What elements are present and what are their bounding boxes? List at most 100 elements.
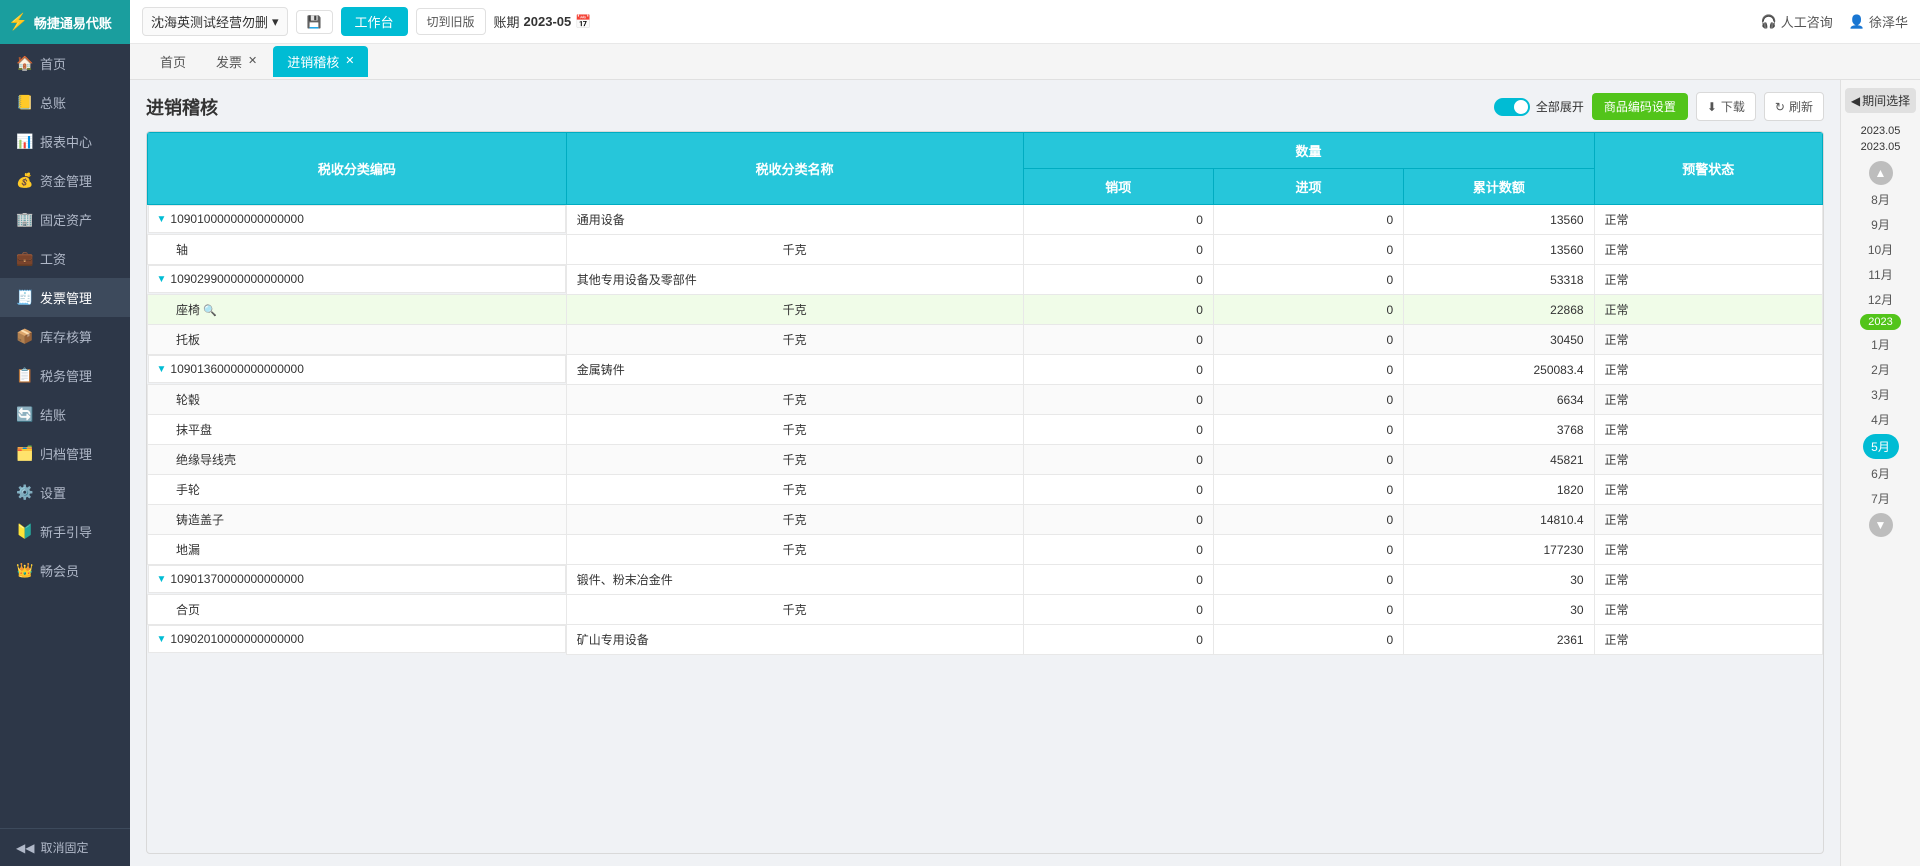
collapse-icon[interactable]: ▼	[157, 574, 167, 585]
company-selector[interactable]: 沈海英测试经营勿删 ▾	[142, 7, 288, 36]
purchase-cell: 0	[1213, 505, 1403, 535]
close-invoice-tab[interactable]: ✕	[248, 56, 257, 67]
collapse-icon[interactable]: ▼	[157, 214, 167, 225]
table-row[interactable]: 绝缘导线壳 千克 0 0 45821 正常	[148, 445, 1823, 475]
unit-cell: 千克	[566, 535, 1023, 565]
refresh-button[interactable]: ↻ 刷新	[1764, 92, 1824, 121]
total-cell: 6634	[1404, 385, 1594, 415]
month-item[interactable]: 5月	[1863, 434, 1899, 459]
collapse-icon[interactable]: ▼	[157, 634, 167, 645]
table-row[interactable]: 抹平盘 千克 0 0 3768 正常	[148, 415, 1823, 445]
period-nav-down[interactable]: ▼	[1869, 513, 1893, 537]
user-label: 徐泽华	[1869, 12, 1908, 31]
total-cell: 53318	[1404, 265, 1594, 295]
code-value: 10901370000000000000	[170, 572, 303, 586]
month-item[interactable]: 6月	[1841, 461, 1920, 486]
table-row[interactable]: ▼ 10901000000000000000 通用设备 0 0 13560 正常	[148, 205, 1823, 235]
sidebar-item-settings[interactable]: ⚙️ 设置	[0, 473, 130, 512]
table-row[interactable]: 合页 千克 0 0 30 正常	[148, 595, 1823, 625]
month-item[interactable]: 1月	[1841, 332, 1920, 357]
sales-cell: 0	[1023, 445, 1213, 475]
sidebar-item-archive[interactable]: 🗂️ 归档管理	[0, 434, 130, 473]
category-name-cell: 金属铸件	[566, 355, 1023, 385]
sidebar-item-funds[interactable]: 💰 资金管理	[0, 161, 130, 200]
table-row[interactable]: 座椅 🔍 千克 0 0 22868 正常	[148, 295, 1823, 325]
table-row[interactable]: 地漏 千克 0 0 177230 正常	[148, 535, 1823, 565]
tab-invoice[interactable]: 发票 ✕	[202, 46, 271, 77]
sidebar-item-tax[interactable]: 📋 税务管理	[0, 356, 130, 395]
unit-cell: 千克	[566, 595, 1023, 625]
switch-version-button[interactable]: 切到旧版	[416, 8, 486, 35]
sidebar-item-fixed-assets[interactable]: 🏢 固定资产	[0, 200, 130, 239]
period-nav-up[interactable]: ▲	[1869, 161, 1893, 185]
sidebar-item-settlement[interactable]: 🔄 结账	[0, 395, 130, 434]
category-name-cell: 其他专用设备及零部件	[566, 265, 1023, 295]
sidebar-unpin[interactable]: ◀◀ 取消固定	[0, 828, 130, 866]
month-item[interactable]: 2月	[1841, 357, 1920, 382]
category-code-cell: ▼ 10902010000000000000	[148, 625, 566, 653]
month-item[interactable]: 4月	[1841, 407, 1920, 432]
period-year-2: 2023.05	[1861, 139, 1901, 155]
status-cell: 正常	[1594, 505, 1822, 535]
guide-icon: 🔰	[16, 523, 32, 540]
product-code-button[interactable]: 商品编码设置	[1592, 93, 1688, 120]
right-panel: ◀ 期间选择 2023.05 2023.05 ▲ 8月9月10月11月12月20…	[1840, 80, 1920, 866]
download-button[interactable]: ⬇ 下载	[1696, 92, 1756, 121]
purchase-cell: 0	[1213, 565, 1403, 595]
sales-cell: 0	[1023, 355, 1213, 385]
sidebar-item-invoice[interactable]: 🧾 发票管理	[0, 278, 130, 317]
tab-reconciliation[interactable]: 进销稽核 ✕	[273, 46, 368, 77]
sidebar-item-guide[interactable]: 🔰 新手引导	[0, 512, 130, 551]
collapse-icon[interactable]: ▼	[157, 274, 167, 285]
month-item[interactable]: 7月	[1841, 486, 1920, 511]
month-item[interactable]: 11月	[1841, 262, 1920, 287]
sidebar-item-label: 固定资产	[40, 210, 92, 229]
collapse-icon[interactable]: ▼	[157, 364, 167, 375]
month-item[interactable]: 3月	[1841, 382, 1920, 407]
chevron-down-icon: ▾	[272, 14, 279, 30]
sidebar-item-home[interactable]: 🏠 首页	[0, 44, 130, 83]
table-row[interactable]: ▼ 10902010000000000000 矿山专用设备 0 0 2361 正…	[148, 625, 1823, 655]
purchase-cell: 0	[1213, 445, 1403, 475]
calendar-icon[interactable]: 📅	[575, 14, 591, 30]
workspace-button[interactable]: 工作台	[341, 7, 408, 36]
sidebar-item-general-ledger[interactable]: 📒 总账	[0, 83, 130, 122]
sidebar-item-member[interactable]: 👑 畅会员	[0, 551, 130, 590]
save-button[interactable]: 💾	[296, 10, 333, 34]
table-row[interactable]: 手轮 千克 0 0 1820 正常	[148, 475, 1823, 505]
collapse-icon: ◀	[1851, 94, 1860, 108]
unit-cell: 千克	[566, 295, 1023, 325]
data-table-wrap: 税收分类编码 税收分类名称 数量 预警状态 销项 进项 累计数额	[146, 131, 1824, 854]
sidebar-item-wages[interactable]: 💼 工资	[0, 239, 130, 278]
year-marker[interactable]: 2023	[1860, 314, 1900, 330]
search-icon[interactable]: 🔍	[203, 305, 217, 317]
total-cell: 3768	[1404, 415, 1594, 445]
period-select-title[interactable]: ◀ 期间选择	[1845, 88, 1916, 113]
sidebar-item-label: 发票管理	[40, 288, 92, 307]
close-reconciliation-tab[interactable]: ✕	[345, 56, 354, 67]
sidebar-item-inventory[interactable]: 📦 库存核算	[0, 317, 130, 356]
table-row[interactable]: ▼ 10901370000000000000 锻件、粉末冶金件 0 0 30 正…	[148, 565, 1823, 595]
table-row[interactable]: 轮毂 千克 0 0 6634 正常	[148, 385, 1823, 415]
sidebar-item-label: 结账	[40, 405, 66, 424]
status-cell: 正常	[1594, 565, 1822, 595]
month-item[interactable]: 12月	[1841, 287, 1920, 312]
month-item[interactable]: 9月	[1841, 212, 1920, 237]
tab-home[interactable]: 首页	[146, 46, 200, 77]
month-item[interactable]: 8月	[1841, 187, 1920, 212]
help-button[interactable]: 🎧 人工咨询	[1761, 12, 1833, 31]
expand-toggle[interactable]	[1494, 98, 1530, 116]
sales-cell: 0	[1023, 385, 1213, 415]
reports-icon: 📊	[16, 133, 32, 150]
sidebar-logo: ⚡ 畅捷通易代账	[0, 0, 130, 44]
user-menu[interactable]: 👤 徐泽华	[1849, 12, 1908, 31]
table-row[interactable]: ▼ 10901360000000000000 金属铸件 0 0 250083.4…	[148, 355, 1823, 385]
purchase-cell: 0	[1213, 475, 1403, 505]
expand-toggle-wrap: 全部展开	[1494, 98, 1584, 116]
table-row[interactable]: 轴 千克 0 0 13560 正常	[148, 235, 1823, 265]
table-row[interactable]: ▼ 10902990000000000000 其他专用设备及零部件 0 0 53…	[148, 265, 1823, 295]
table-row[interactable]: 托板 千克 0 0 30450 正常	[148, 325, 1823, 355]
table-row[interactable]: 铸造盖子 千克 0 0 14810.4 正常	[148, 505, 1823, 535]
month-item[interactable]: 10月	[1841, 237, 1920, 262]
sidebar-item-reports[interactable]: 📊 报表中心	[0, 122, 130, 161]
